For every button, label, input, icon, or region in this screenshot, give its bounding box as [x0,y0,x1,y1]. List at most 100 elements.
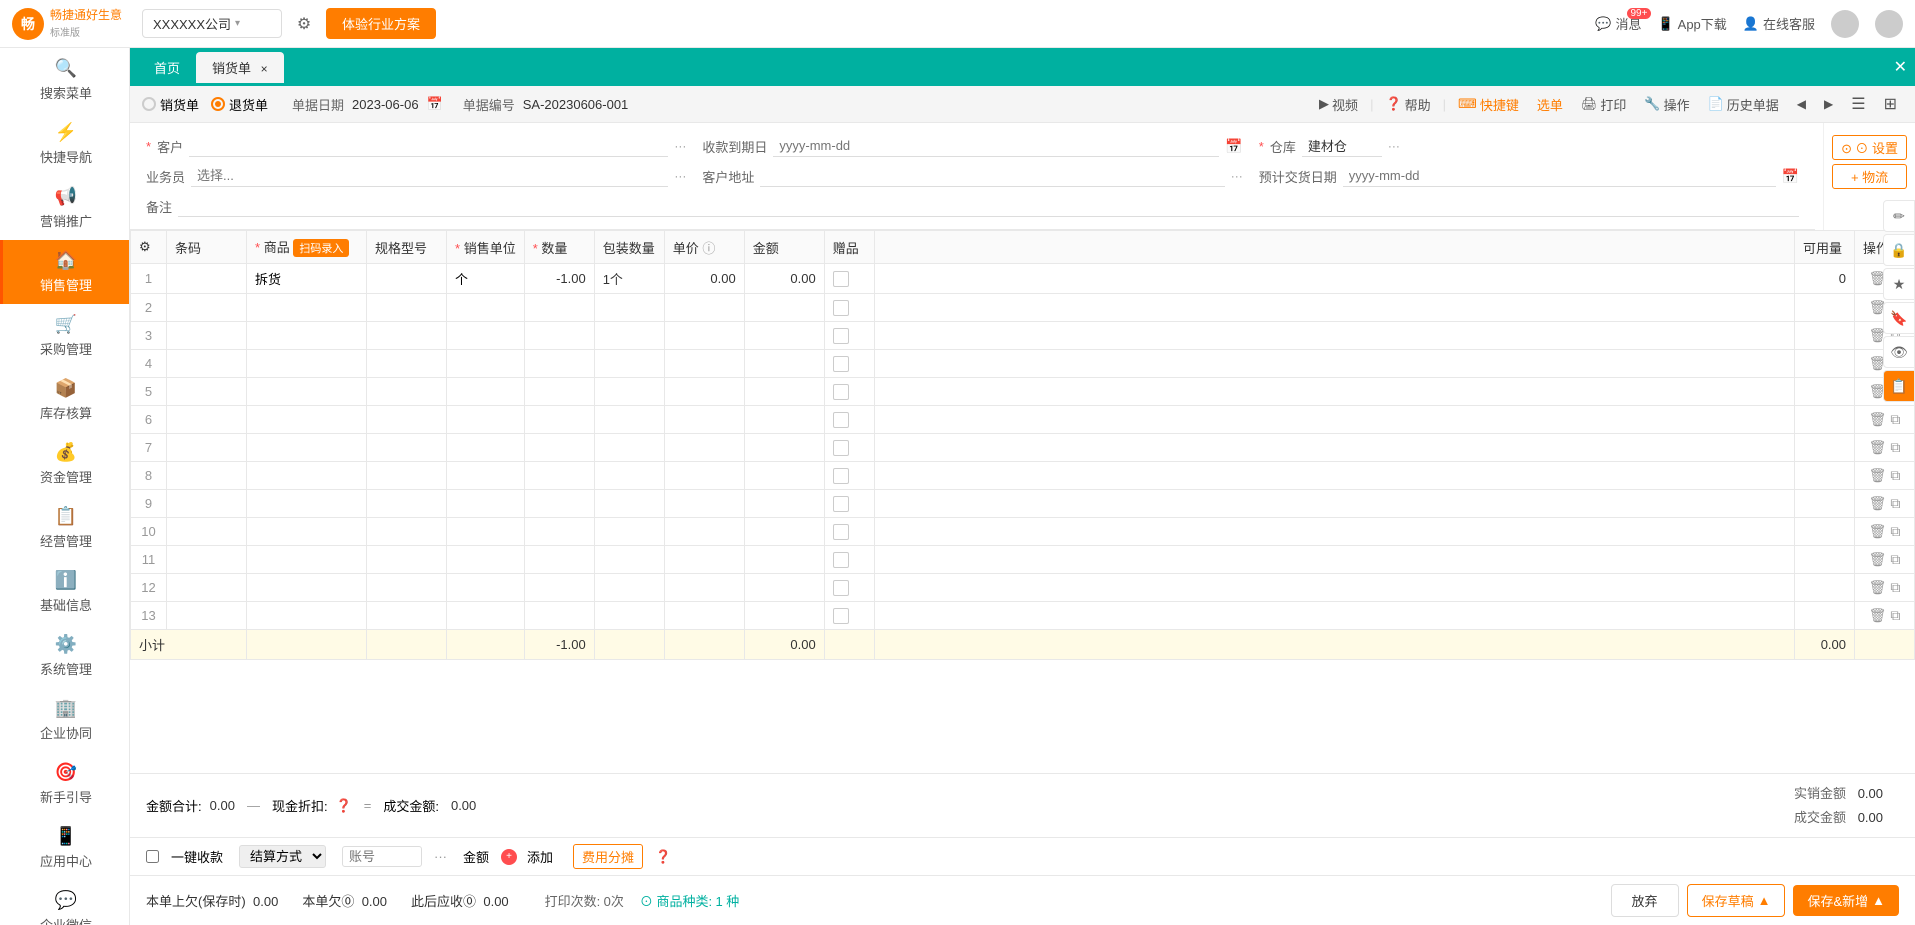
row-goods[interactable] [247,294,367,322]
tab-home[interactable]: 首页 [138,52,196,83]
row-pack[interactable] [594,490,664,518]
delete-icon[interactable]: 🗑 [1869,523,1887,540]
row-goods[interactable] [247,350,367,378]
logistics-side-button[interactable]: + 物流 [1832,164,1907,189]
row-qty[interactable] [524,406,594,434]
row-goods[interactable] [247,434,367,462]
row-barcode[interactable] [167,546,247,574]
row-goods[interactable] [247,546,367,574]
row-price[interactable] [664,462,744,490]
copy-icon[interactable]: ⧉ [1890,579,1900,596]
avatar[interactable] [1831,10,1859,38]
row-gift[interactable] [824,264,874,294]
row-spec[interactable] [367,602,447,630]
row-pack[interactable]: 1个 [594,264,664,294]
row-goods[interactable] [247,322,367,350]
radio-return[interactable]: 退货单 [211,95,268,114]
row-amount[interactable] [744,574,824,602]
row-price[interactable] [664,574,744,602]
row-spec[interactable] [367,490,447,518]
expense-help-icon[interactable]: ❓ [655,849,671,865]
rfloat-bookmark-btn[interactable]: 🔖 [1883,302,1915,334]
company-selector[interactable]: XXXXXX公司 ▾ [142,9,282,38]
salesperson-more-icon[interactable]: ··· [674,169,686,183]
gift-checkbox[interactable] [833,356,849,372]
row-unit[interactable] [447,490,525,518]
gift-checkbox[interactable] [833,524,849,540]
row-spec[interactable] [367,322,447,350]
row-gift[interactable] [824,294,874,322]
row-amount[interactable] [744,546,824,574]
row-qty[interactable] [524,574,594,602]
sidebar-item-marketing[interactable]: 📢 营销推广 [0,176,129,240]
row-qty[interactable] [524,546,594,574]
gift-checkbox[interactable] [833,552,849,568]
view-list-btn[interactable]: ☰ [1845,92,1871,116]
gift-checkbox[interactable] [833,412,849,428]
row-unit[interactable] [447,574,525,602]
row-pack[interactable] [594,434,664,462]
row-amount[interactable] [744,350,824,378]
goods-type-info[interactable]: ⊙ 商品种类: 1 种 [640,891,739,910]
row-barcode[interactable] [167,264,247,294]
col-header-settings[interactable]: ⚙ [131,231,167,264]
row-pack[interactable] [594,462,664,490]
delete-icon[interactable]: 🗑 [1869,495,1887,512]
row-barcode[interactable] [167,350,247,378]
gift-checkbox[interactable] [833,440,849,456]
row-unit[interactable] [447,546,525,574]
row-goods[interactable] [247,406,367,434]
expected-date-input[interactable] [1343,165,1776,187]
row-barcode[interactable] [167,294,247,322]
row-price[interactable] [664,602,744,630]
row-unit[interactable] [447,378,525,406]
delete-icon[interactable]: 🗑 [1869,579,1887,596]
account-input[interactable] [342,846,422,867]
rfloat-orange-btn[interactable]: 📋 [1883,370,1915,402]
rfloat-lock-btn[interactable]: 🔒 [1883,234,1915,266]
gift-checkbox[interactable] [833,468,849,484]
row-price[interactable] [664,378,744,406]
row-barcode[interactable] [167,434,247,462]
help-circle-icon[interactable]: ❓ [336,798,352,814]
row-qty[interactable]: -1.00 [524,264,594,294]
row-unit[interactable] [447,602,525,630]
row-amount[interactable]: 0.00 [744,264,824,294]
row-amount[interactable] [744,602,824,630]
sidebar-item-guide[interactable]: 🎯 新手引导 [0,752,129,816]
row-price[interactable] [664,322,744,350]
customer-more-icon[interactable]: ··· [674,139,686,153]
row-amount[interactable] [744,462,824,490]
row-goods[interactable] [247,378,367,406]
row-unit[interactable] [447,350,525,378]
scan-button[interactable]: 扫码录入 [293,239,349,257]
rfloat-star-btn[interactable]: ★ [1883,268,1915,300]
message-button[interactable]: 💬 消息 99+ [1595,14,1641,33]
row-barcode[interactable] [167,490,247,518]
row-amount[interactable] [744,294,824,322]
row-pack[interactable] [594,322,664,350]
row-qty[interactable] [524,602,594,630]
row-barcode[interactable] [167,602,247,630]
gift-checkbox[interactable] [833,300,849,316]
row-barcode[interactable] [167,406,247,434]
row-price[interactable] [664,518,744,546]
gift-checkbox[interactable] [833,496,849,512]
row-qty[interactable] [524,490,594,518]
row-gift[interactable] [824,406,874,434]
rfloat-eye-btn[interactable]: 👁 [1883,336,1915,368]
row-unit[interactable] [447,264,525,294]
row-price[interactable] [664,490,744,518]
customer-addr-input[interactable] [760,165,1224,187]
nav-prev-btn[interactable]: ◀ [1791,95,1812,113]
nav-next-btn[interactable]: ▶ [1818,95,1839,113]
row-barcode[interactable] [167,518,247,546]
row-gift[interactable] [824,322,874,350]
gift-checkbox[interactable] [833,271,849,287]
trial-button[interactable]: 体验行业方案 [326,8,436,39]
row-barcode[interactable] [167,462,247,490]
row-qty[interactable] [524,378,594,406]
salesperson-input[interactable] [191,165,668,187]
sidebar-item-collab[interactable]: 🏢 企业协同 [0,688,129,752]
row-barcode[interactable] [167,574,247,602]
